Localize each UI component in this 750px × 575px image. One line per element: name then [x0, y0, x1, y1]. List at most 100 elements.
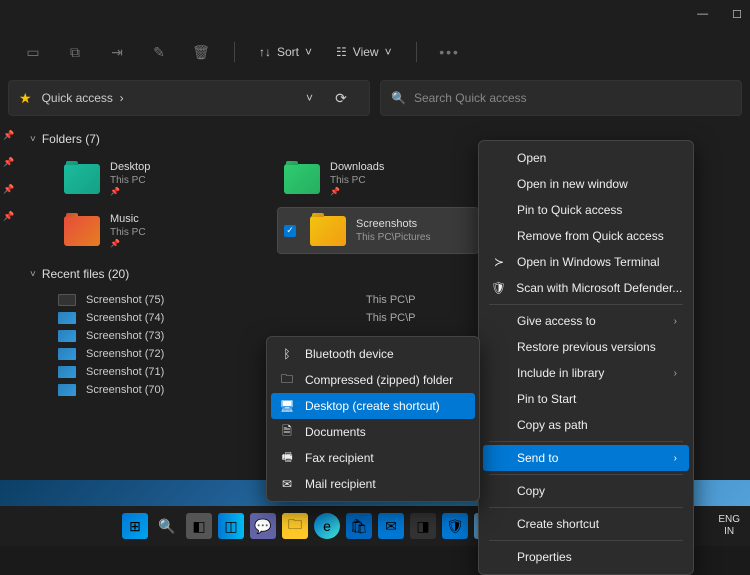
delete-icon[interactable]: 🗑 [192, 43, 210, 61]
menu-item[interactable]: 🛡Scan with Microsoft Defender... [483, 275, 689, 301]
chevron-down-icon[interactable]: ˅ [306, 91, 313, 105]
widgets-icon[interactable]: ◫ [218, 513, 244, 539]
sidebar-pins: 📌 📌 📌 📌 [0, 130, 18, 222]
folder-name: Screenshots [356, 217, 430, 231]
menu-item[interactable]: Include in library› [483, 360, 689, 386]
file-explorer-icon[interactable]: 🗀 [282, 513, 308, 539]
pin-icon: 📌 [110, 187, 150, 197]
file-name: Screenshot (74) [86, 312, 366, 324]
menu-item[interactable]: ≻Open in Windows Terminal [483, 249, 689, 275]
view-button[interactable]: ☷ View ˅ [336, 45, 392, 59]
file-thumbnail [58, 294, 76, 306]
search-placeholder: Search Quick access [414, 91, 527, 105]
folder-name: Downloads [330, 160, 384, 174]
address-bar-row: ★ Quick access › ˅ ⟳ 🔍 Search Quick acce… [8, 80, 742, 116]
menu-item[interactable]: Copy as path [483, 412, 689, 438]
terminal-icon[interactable]: ◨ [410, 513, 436, 539]
submenu-item[interactable]: ᛒBluetooth device [271, 341, 475, 367]
refresh-icon[interactable]: ⟳ [323, 90, 359, 107]
folder-name: Music [110, 212, 146, 226]
blank-icon [491, 450, 507, 466]
file-thumbnail [58, 348, 76, 360]
pin-icon: 📌 [110, 239, 146, 249]
menu-icon [491, 202, 507, 218]
pin-icon: 📌 [3, 157, 14, 168]
menu-item[interactable]: Open in new window [483, 171, 689, 197]
checkbox-icon: ✓ [284, 225, 296, 237]
folder-item[interactable]: ✓ ScreenshotsThis PC\Pictures [278, 208, 478, 254]
taskbar-search-icon[interactable]: 🔍 [154, 513, 180, 539]
store-icon[interactable]: 🛍 [346, 513, 372, 539]
menu-item[interactable]: Restore previous versions [483, 334, 689, 360]
separator [416, 42, 417, 62]
folder-item[interactable]: DesktopThis PC📌 [58, 156, 258, 202]
chevron-right-icon: › [674, 453, 677, 464]
submenu-item[interactable]: 🗎Documents [271, 419, 475, 445]
submenu-item[interactable]: 🖥Desktop (create shortcut) [271, 393, 475, 419]
menu-separator [489, 474, 683, 475]
more-icon[interactable]: ••• [441, 43, 459, 61]
menu-item[interactable]: Pin to Start [483, 386, 689, 412]
copy-icon[interactable]: ⧉ [66, 43, 84, 61]
menu-item[interactable]: Give access to› [483, 308, 689, 334]
menu-separator [489, 304, 683, 305]
mail-icon[interactable]: ✉ [378, 513, 404, 539]
menu-icon: ≻ [491, 254, 507, 270]
file-thumbnail [58, 312, 76, 324]
chat-icon[interactable]: 💬 [250, 513, 276, 539]
breadcrumb[interactable]: ★ Quick access › ˅ ⟳ [8, 80, 370, 116]
edge-icon[interactable]: e [314, 513, 340, 539]
separator [234, 42, 235, 62]
menu-separator [489, 540, 683, 541]
start-button[interactable]: ⊞ [122, 513, 148, 539]
submenu-item[interactable]: ✉Mail recipient [271, 471, 475, 497]
pin-icon: 📌 [330, 187, 384, 197]
menu-item[interactable]: Pin to Quick access [483, 197, 689, 223]
menu-item-properties[interactable]: Properties [483, 544, 689, 570]
taskbar-tray[interactable]: ENGIN [718, 514, 740, 538]
security-icon[interactable]: 🛡 [442, 513, 468, 539]
search-icon: 🔍 [391, 91, 406, 105]
folder-icon [284, 164, 320, 194]
language-indicator[interactable]: ENGIN [718, 514, 740, 538]
rename-icon[interactable]: ✎ [150, 43, 168, 61]
menu-icon [491, 176, 507, 192]
submenu-item[interactable]: 🗀Compressed (zipped) folder [271, 367, 475, 393]
file-thumbnail [58, 384, 76, 396]
maximize-button[interactable]: ☐ [732, 8, 742, 21]
search-input[interactable]: 🔍 Search Quick access [380, 80, 742, 116]
menu-item-copy[interactable]: Copy [483, 478, 689, 504]
folder-location: This PC\Pictures [356, 231, 430, 244]
menu-icon: 🛡 [491, 280, 506, 296]
menu-item-create-shortcut[interactable]: Create shortcut [483, 511, 689, 537]
context-menu: OpenOpen in new windowPin to Quick acces… [478, 140, 694, 575]
folder-icon [64, 164, 100, 194]
pin-icon: 📌 [3, 130, 14, 141]
menu-icon: 🖥 [279, 398, 295, 414]
menu-icon [491, 150, 507, 166]
sort-button[interactable]: ↑↓ Sort ˅ [259, 45, 312, 59]
task-view-icon[interactable]: ◧ [186, 513, 212, 539]
folder-meta: MusicThis PC📌 [110, 212, 146, 250]
menu-icon: 🗎 [279, 424, 295, 440]
minimize-button[interactable]: — [697, 8, 708, 20]
menu-item-send-to[interactable]: Send to› [483, 445, 689, 471]
context-submenu-sendto: ᛒBluetooth device🗀Compressed (zipped) fo… [266, 336, 480, 502]
folder-location: This PC [110, 226, 146, 239]
folder-item[interactable]: DownloadsThis PC📌 [278, 156, 478, 202]
menu-icon: 🗀 [279, 372, 295, 388]
breadcrumb-text: Quick access › [42, 91, 296, 105]
folder-location: This PC [110, 174, 150, 187]
new-icon[interactable]: ▭ [24, 43, 42, 61]
folder-item[interactable]: MusicThis PC📌 [58, 208, 258, 254]
paste-icon[interactable]: ⇥ [108, 43, 126, 61]
menu-item[interactable]: Open [483, 145, 689, 171]
submenu-item[interactable]: 🖷Fax recipient [271, 445, 475, 471]
folder-meta: DesktopThis PC📌 [110, 160, 150, 198]
menu-item[interactable]: Remove from Quick access [483, 223, 689, 249]
menu-icon: ✉ [279, 476, 295, 492]
file-name: Screenshot (75) [86, 294, 366, 306]
folder-meta: DownloadsThis PC📌 [330, 160, 384, 198]
menu-icon: 🖷 [279, 450, 295, 466]
file-thumbnail [58, 366, 76, 378]
